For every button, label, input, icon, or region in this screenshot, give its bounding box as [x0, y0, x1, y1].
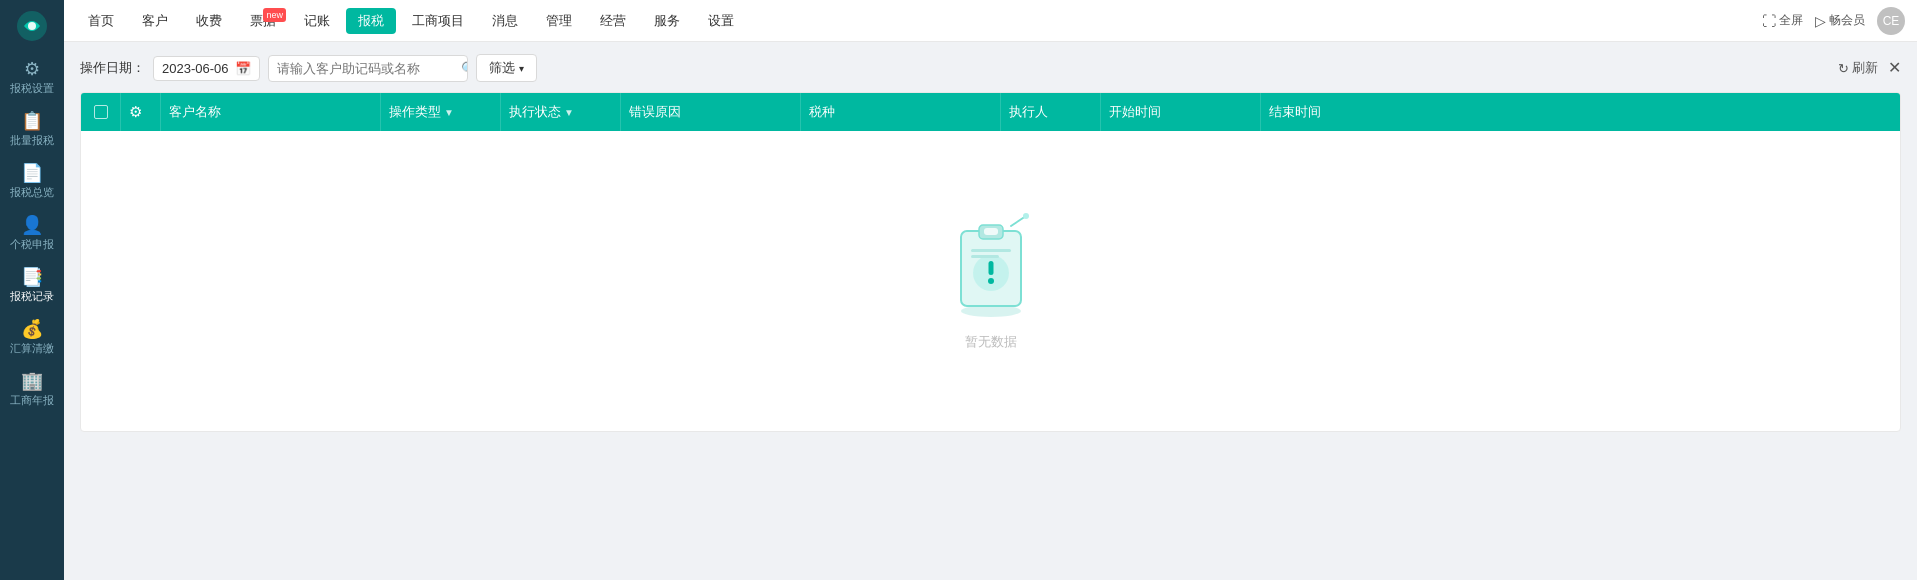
th-tax-type: 税种 — [801, 93, 1001, 131]
th-executor: 执行人 — [1001, 93, 1101, 131]
th-exec-status[interactable]: 执行状态 ▼ — [501, 93, 621, 131]
refresh-icon: ↻ — [1838, 61, 1849, 76]
fullscreen-button[interactable]: ⛶ 全屏 — [1762, 12, 1803, 29]
empty-text: 暂无数据 — [965, 333, 1017, 351]
top-navigation: 首页 客户 收费 票据 new 记账 报税 工商项目 消息 管理 经营 服务 设… — [64, 0, 1917, 42]
nav-operations[interactable]: 经营 — [588, 8, 638, 34]
settlement-icon: 💰 — [21, 320, 43, 338]
main-area: 首页 客户 收费 票据 new 记账 报税 工商项目 消息 管理 经营 服务 设… — [64, 0, 1917, 580]
nav-accounting[interactable]: 记账 — [292, 8, 342, 34]
sort-icon: ▼ — [444, 107, 454, 118]
chevron-down-icon: ▾ — [519, 63, 524, 74]
sidebar-item-tax-overview[interactable]: 📄 报税总览 — [0, 156, 64, 208]
nav-business[interactable]: 工商项目 — [400, 8, 476, 34]
settings-icon[interactable]: ⚙ — [129, 103, 142, 121]
date-label: 操作日期： — [80, 59, 145, 77]
fullscreen-icon: ⛶ — [1762, 13, 1776, 29]
avatar[interactable]: CE — [1877, 7, 1905, 35]
filter-button[interactable]: 筛选 ▾ — [476, 54, 537, 82]
nav-items: 首页 客户 收费 票据 new 记账 报税 工商项目 消息 管理 经营 服务 设… — [76, 8, 1762, 34]
search-box: 🔍 — [268, 55, 468, 82]
nav-home[interactable]: 首页 — [76, 8, 126, 34]
tax-records-icon: 📑 — [21, 268, 43, 286]
th-customer-name: 客户名称 — [161, 93, 381, 131]
nav-invoice[interactable]: 票据 new — [238, 8, 288, 34]
th-settings: ⚙ — [121, 93, 161, 131]
sidebar-item-tax-records[interactable]: 📑 报税记录 — [0, 260, 64, 312]
svg-rect-7 — [988, 261, 993, 275]
nav-billing[interactable]: 收费 — [184, 8, 234, 34]
date-picker[interactable]: 2023-06-06 📅 — [153, 56, 260, 81]
table-header: ⚙ 客户名称 操作类型 ▼ 执行状态 ▼ 错误原因 税种 — [81, 93, 1900, 131]
th-error-reason: 错误原因 — [621, 93, 801, 131]
refresh-button[interactable]: ↻ 刷新 — [1838, 59, 1878, 77]
personal-tax-icon: 👤 — [21, 216, 43, 234]
app-logo — [14, 8, 50, 44]
new-badge: new — [263, 8, 286, 22]
tax-settings-icon: ⚙ — [24, 60, 40, 78]
topnav-right: ⛶ 全屏 ▷ 畅会员 CE — [1762, 7, 1905, 35]
data-table: ⚙ 客户名称 操作类型 ▼ 执行状态 ▼ 错误原因 税种 — [80, 92, 1901, 432]
svg-point-8 — [988, 278, 994, 284]
video-icon: ▷ — [1815, 13, 1826, 29]
nav-management[interactable]: 管理 — [534, 8, 584, 34]
nav-customer[interactable]: 客户 — [130, 8, 180, 34]
batch-tax-icon: 📋 — [21, 112, 43, 130]
tax-overview-icon: 📄 — [21, 164, 43, 182]
calendar-icon: 📅 — [235, 61, 251, 76]
table-body: 暂无数据 — [81, 131, 1900, 431]
nav-messages[interactable]: 消息 — [480, 8, 530, 34]
nav-tax[interactable]: 报税 — [346, 8, 396, 34]
sidebar-item-batch-tax[interactable]: 📋 批量报税 — [0, 104, 64, 156]
page-body: 操作日期： 2023-06-06 📅 🔍 筛选 ▾ ↻ 刷新 ✕ — [64, 42, 1917, 580]
search-input[interactable] — [269, 56, 453, 81]
th-operation-type[interactable]: 操作类型 ▼ — [381, 93, 501, 131]
svg-rect-12 — [971, 255, 999, 258]
svg-point-1 — [28, 22, 36, 30]
th-start-time: 开始时间 — [1101, 93, 1261, 131]
th-checkbox[interactable] — [81, 93, 121, 131]
th-end-time: 结束时间 — [1261, 93, 1381, 131]
sidebar-item-settlement[interactable]: 💰 汇算清缴 — [0, 312, 64, 364]
annual-report-icon: 🏢 — [21, 372, 43, 390]
member-button[interactable]: ▷ 畅会员 — [1815, 12, 1865, 29]
sidebar-item-annual-report[interactable]: 🏢 工商年报 — [0, 364, 64, 416]
empty-illustration — [941, 211, 1041, 321]
toolbar-right: ↻ 刷新 ✕ — [1838, 59, 1901, 77]
nav-services[interactable]: 服务 — [642, 8, 692, 34]
sidebar-item-tax-settings[interactable]: ⚙ 报税设置 — [0, 52, 64, 104]
select-all-checkbox[interactable] — [94, 105, 108, 119]
svg-rect-11 — [971, 249, 1011, 252]
nav-settings[interactable]: 设置 — [696, 8, 746, 34]
toolbar: 操作日期： 2023-06-06 📅 🔍 筛选 ▾ ↻ 刷新 ✕ — [80, 54, 1901, 82]
close-button[interactable]: ✕ — [1888, 60, 1901, 76]
svg-rect-5 — [984, 228, 998, 235]
sidebar: ⚙ 报税设置 📋 批量报税 📄 报税总览 👤 个税申报 📑 报税记录 💰 汇算清… — [0, 0, 64, 580]
sidebar-item-personal-tax[interactable]: 👤 个税申报 — [0, 208, 64, 260]
search-icon[interactable]: 🔍 — [453, 56, 468, 81]
sort-icon: ▼ — [564, 107, 574, 118]
svg-point-10 — [1023, 213, 1029, 219]
